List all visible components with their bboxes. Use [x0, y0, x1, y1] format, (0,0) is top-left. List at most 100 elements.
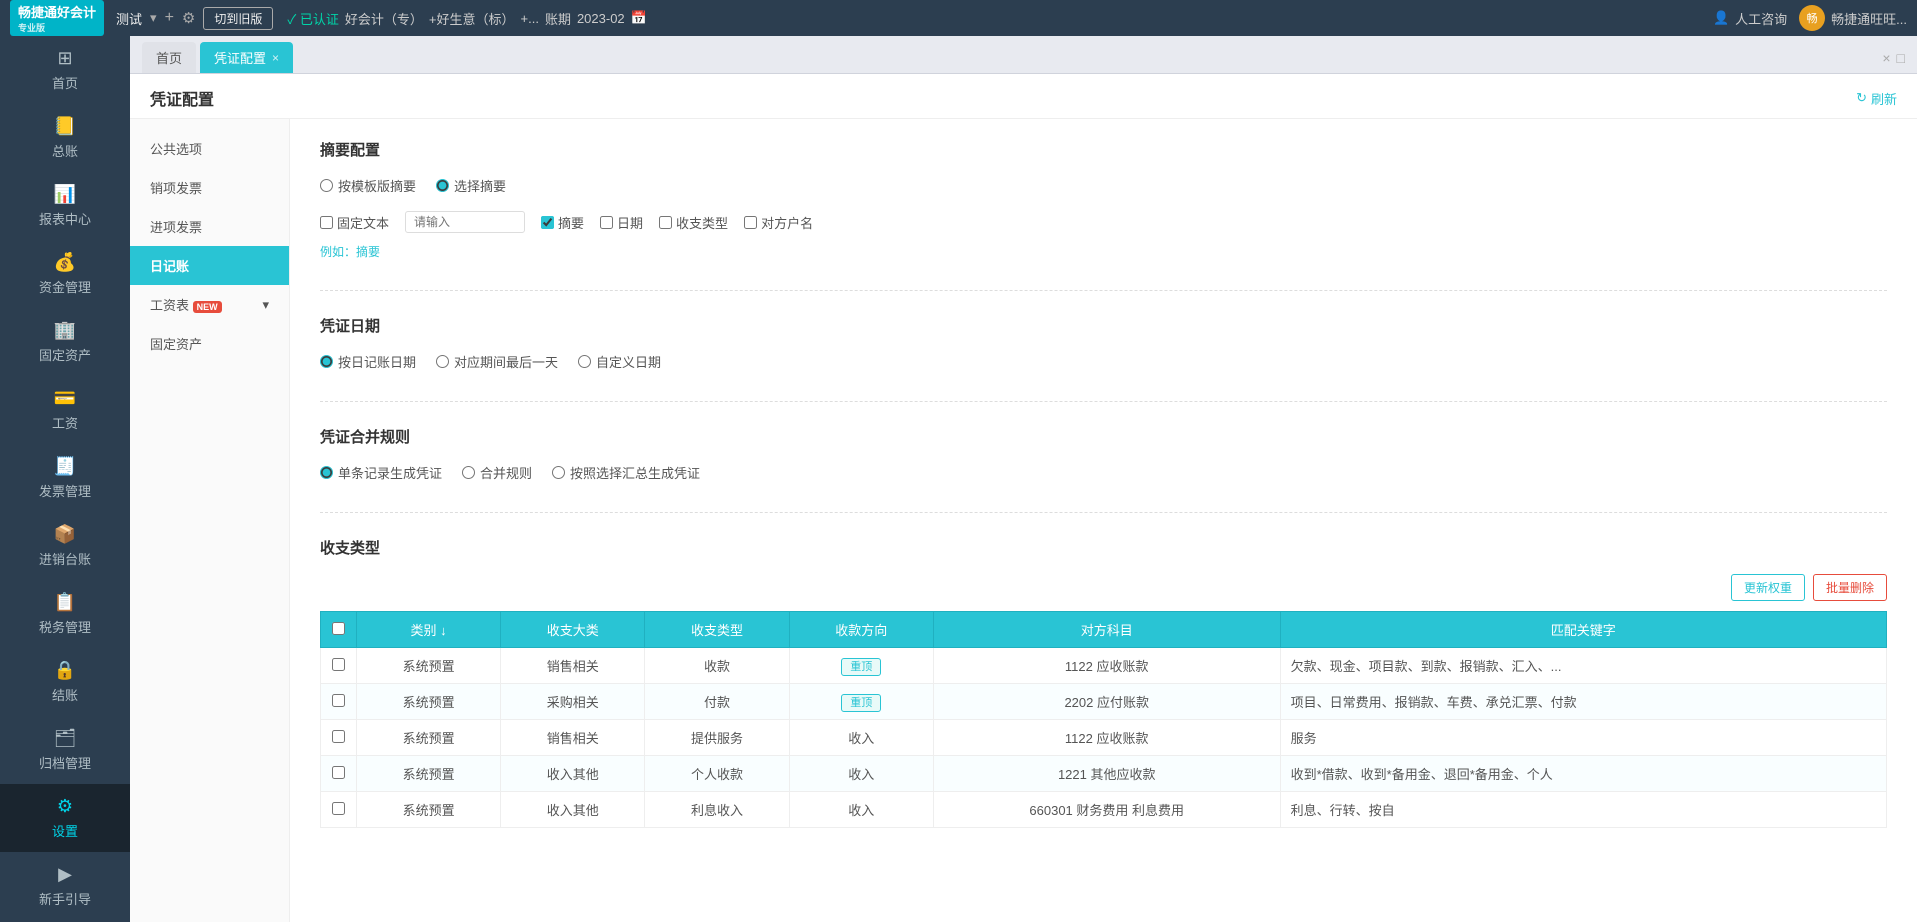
- counterpart-checkbox[interactable]: [744, 216, 757, 229]
- pay-type-checkbox[interactable]: [659, 216, 672, 229]
- radio-single-input[interactable]: [320, 466, 333, 479]
- payment-type-section: 收支类型 更新权重 批量删除 类别 ↓: [320, 537, 1887, 828]
- radio-select-summary[interactable]: 选择摘要: [436, 176, 506, 195]
- reset-tag-0[interactable]: 重顶: [841, 658, 881, 676]
- radio-custom-date-input[interactable]: [578, 355, 591, 368]
- voucher-date-radio-group: 按日记账日期 对应期间最后一天 自定义日期: [320, 352, 1887, 371]
- sidebar-item-guide[interactable]: ▶ 新手引导: [0, 852, 130, 920]
- row-checkbox-0[interactable]: [332, 658, 345, 671]
- reset-tag-1[interactable]: 重顶: [841, 694, 881, 712]
- nav-item-fixed-asset[interactable]: 固定资产: [130, 324, 289, 363]
- radio-merge-input[interactable]: [462, 466, 475, 479]
- refresh-button[interactable]: ↻ 刷新: [1856, 89, 1897, 108]
- add-icon[interactable]: +: [165, 9, 174, 27]
- nav-item-public[interactable]: 公共选项: [130, 129, 289, 168]
- checkbox-fixed-text[interactable]: 固定文本: [320, 213, 389, 232]
- row-direction-4: 收入: [789, 792, 933, 828]
- badge-haoshengyi: +好生意（标）: [429, 9, 515, 28]
- row-big-type-1: 采购相关: [501, 684, 645, 720]
- badge-more: +...: [521, 11, 539, 26]
- checkbox-date[interactable]: 日期: [600, 213, 643, 232]
- nav-item-journal[interactable]: 日记账: [130, 246, 289, 285]
- radio-journal-date[interactable]: 按日记账日期: [320, 352, 416, 371]
- update-weight-button[interactable]: 更新权重: [1731, 574, 1805, 601]
- checkbox-pay-type[interactable]: 收支类型: [659, 213, 728, 232]
- select-all-checkbox[interactable]: [332, 622, 345, 635]
- sidebar-item-report[interactable]: 📊 报表中心: [0, 172, 130, 240]
- sidebar-item-finance[interactable]: 💰 资金管理: [0, 240, 130, 308]
- sidebar-item-salary[interactable]: 💳 工资: [0, 376, 130, 444]
- radio-single-record[interactable]: 单条记录生成凭证: [320, 463, 442, 482]
- row-checkbox-2[interactable]: [332, 730, 345, 743]
- main-layout: ⊞ 首页 📒 总账 📊 报表中心 💰 资金管理 🏢 固定资产 💳 工资 🧾 发票…: [0, 36, 1917, 922]
- th-category: 类别 ↓: [357, 612, 501, 648]
- voucher-date-title: 凭证日期: [320, 315, 1887, 336]
- row-direction-1: 重顶: [789, 684, 933, 720]
- sidebar-item-archive[interactable]: 🗂 归档管理: [0, 716, 130, 784]
- company-dropdown-icon[interactable]: ▾: [150, 10, 157, 26]
- user-menu[interactable]: 畅 畅捷通旺旺...: [1799, 5, 1907, 31]
- checkbox-summary[interactable]: 摘要: [541, 213, 584, 232]
- radio-merge-rule[interactable]: 合并规则: [462, 463, 532, 482]
- radio-custom-date[interactable]: 自定义日期: [578, 352, 661, 371]
- checkbox-counterpart[interactable]: 对方户名: [744, 213, 813, 232]
- batch-delete-button[interactable]: 批量删除: [1813, 574, 1887, 601]
- row-checkbox-1[interactable]: [332, 694, 345, 707]
- calendar-icon[interactable]: 📅: [631, 10, 647, 26]
- sidebar-item-settings[interactable]: ⚙ 设置: [0, 784, 130, 852]
- th-big-type: 收支大类: [501, 612, 645, 648]
- divider-1: [320, 290, 1887, 291]
- radio-summary-generate[interactable]: 按照选择汇总生成凭证: [552, 463, 700, 482]
- invoice-icon: 🧾: [54, 456, 76, 477]
- tab-voucher-config[interactable]: 凭证配置 ×: [200, 42, 293, 73]
- row-big-type-3: 收入其他: [501, 756, 645, 792]
- radio-summary-input[interactable]: [552, 466, 565, 479]
- radio-select-input[interactable]: [436, 179, 449, 192]
- sidebar-item-ledger[interactable]: 📒 总账: [0, 104, 130, 172]
- row-checkbox-cell: [321, 648, 357, 684]
- window-maximize-icon[interactable]: □: [1897, 50, 1905, 66]
- row-checkbox-3[interactable]: [332, 766, 345, 779]
- window-close-icon[interactable]: ×: [1882, 50, 1890, 66]
- switch-version-button[interactable]: 切到旧版: [203, 7, 273, 30]
- row-category-4: 系统预置: [357, 792, 501, 828]
- row-checkbox-cell: [321, 756, 357, 792]
- refresh-icon: ↻: [1856, 90, 1867, 106]
- sidebar-item-asset[interactable]: 🏢 固定资产: [0, 308, 130, 376]
- nav-item-purchase-invoice[interactable]: 进项发票: [130, 207, 289, 246]
- tax-icon: 📋: [54, 592, 76, 613]
- sidebar-item-home[interactable]: ⊞ 首页: [0, 36, 130, 104]
- settings-icon[interactable]: ⚙: [182, 9, 195, 27]
- sidebar-item-invoice[interactable]: 🧾 发票管理: [0, 444, 130, 512]
- summary-checkbox-row: 固定文本 摘要 日期: [320, 211, 1887, 233]
- radio-period-last-day[interactable]: 对应期间最后一天: [436, 352, 558, 371]
- radio-period-last-input[interactable]: [436, 355, 449, 368]
- row-checkbox-4[interactable]: [332, 802, 345, 815]
- sidebar-item-purchase[interactable]: 📦 进销台账: [0, 512, 130, 580]
- divider-2: [320, 401, 1887, 402]
- fixed-text-input[interactable]: [405, 211, 525, 233]
- radio-journal-date-input[interactable]: [320, 355, 333, 368]
- row-category-2: 系统预置: [357, 720, 501, 756]
- summary-checkbox[interactable]: [541, 216, 554, 229]
- row-direction-3: 收入: [789, 756, 933, 792]
- radio-template-summary[interactable]: 按模板版摘要: [320, 176, 416, 195]
- row-subject-4: 660301 财务费用 利息费用: [933, 792, 1280, 828]
- purchase-icon: 📦: [54, 524, 76, 545]
- left-nav: 公共选项 销项发票 进项发票 日记账 工资表 NEW ▾: [130, 119, 290, 922]
- row-type-2: 提供服务: [645, 720, 789, 756]
- row-big-type-2: 销售相关: [501, 720, 645, 756]
- nav-item-payroll[interactable]: 工资表 NEW ▾: [130, 285, 289, 324]
- tab-home[interactable]: 首页: [142, 42, 196, 73]
- radio-template-input[interactable]: [320, 179, 333, 192]
- sidebar-item-tax[interactable]: 📋 税务管理: [0, 580, 130, 648]
- row-big-type-0: 销售相关: [501, 648, 645, 684]
- fixed-text-checkbox[interactable]: [320, 216, 333, 229]
- tab-close-icon[interactable]: ×: [272, 51, 279, 65]
- nav-item-sales-invoice[interactable]: 销项发票: [130, 168, 289, 207]
- avatar: 畅: [1799, 5, 1825, 31]
- help-button[interactable]: 👤 人工咨询: [1713, 9, 1787, 28]
- row-type-4: 利息收入: [645, 792, 789, 828]
- date-checkbox[interactable]: [600, 216, 613, 229]
- sidebar-item-close[interactable]: 🔒 结账: [0, 648, 130, 716]
